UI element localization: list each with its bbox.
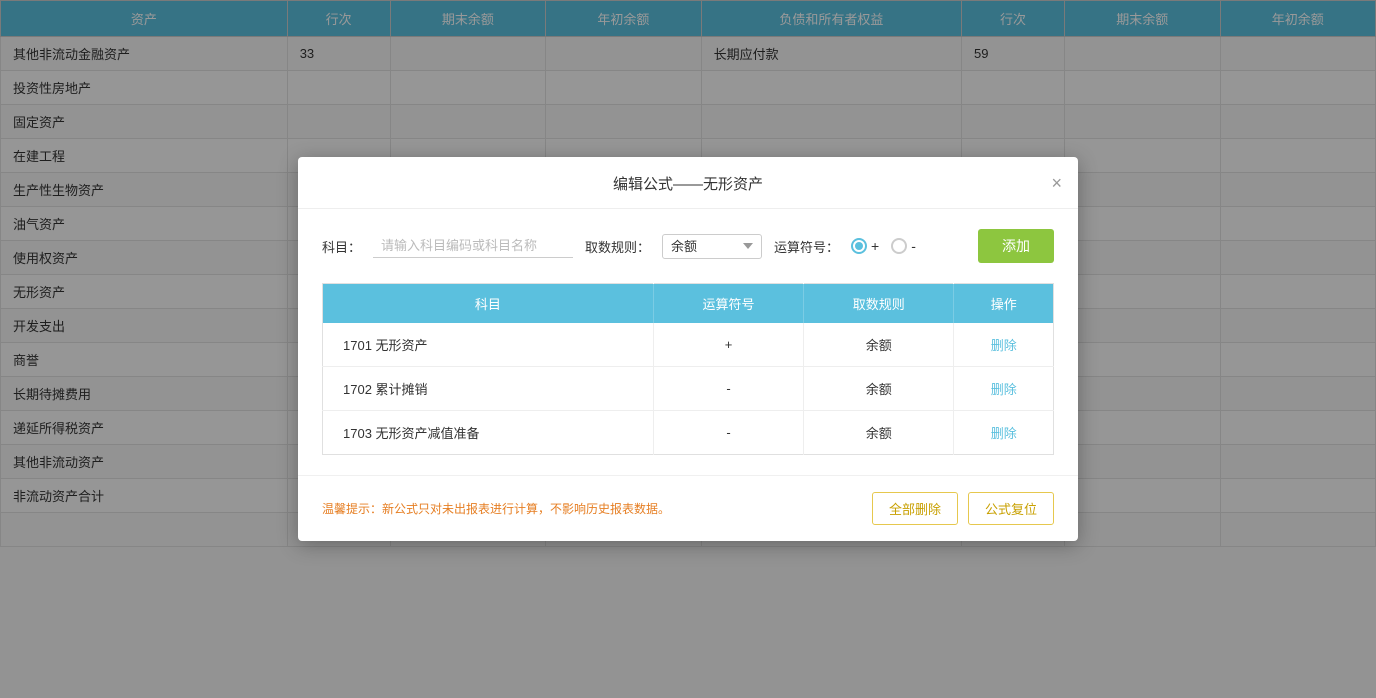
radio-plus-label: + bbox=[871, 238, 879, 254]
formula-rule: 余额 bbox=[804, 411, 954, 455]
formula-subject: 1701 无形资产 bbox=[323, 323, 654, 367]
operator-label: 运算符号： bbox=[774, 237, 839, 256]
th-operator: 运算符号 bbox=[653, 284, 803, 324]
formula-action: 删除 bbox=[954, 411, 1054, 455]
operator-radio-group: + - bbox=[851, 238, 916, 254]
modal-footer: 温馨提示：新公式只对未出报表进行计算，不影响历史报表数据。 全部删除 公式复位 bbox=[298, 475, 1078, 541]
formula-subject: 1702 累计摊销 bbox=[323, 367, 654, 411]
formula-row: 1703 无形资产减值准备 - 余额 删除 bbox=[323, 411, 1054, 455]
th-subject: 科目 bbox=[323, 284, 654, 324]
modal-body: 科目： 取数规则： 余额借方发生额贷方发生额期初余额 运算符号： + - 添加 bbox=[298, 209, 1078, 475]
formula-row: 1702 累计摊销 - 余额 删除 bbox=[323, 367, 1054, 411]
subject-input[interactable] bbox=[373, 234, 573, 258]
formula-row: 1701 无形资产 + 余额 删除 bbox=[323, 323, 1054, 367]
th-rule: 取数规则 bbox=[804, 284, 954, 324]
modal-close-button[interactable]: × bbox=[1051, 174, 1062, 192]
modal-dialog: 编辑公式——无形资产 × 科目： 取数规则： 余额借方发生额贷方发生额期初余额 … bbox=[298, 157, 1078, 541]
radio-plus-circle bbox=[851, 238, 867, 254]
delete-row-link[interactable]: 删除 bbox=[991, 426, 1017, 441]
formula-operator: + bbox=[653, 323, 803, 367]
delete-all-button[interactable]: 全部删除 bbox=[872, 492, 958, 525]
formula-operator: - bbox=[653, 411, 803, 455]
radio-minus[interactable]: - bbox=[891, 238, 916, 254]
table-header-row: 科目 运算符号 取数规则 操作 bbox=[323, 284, 1054, 324]
footer-tip: 温馨提示：新公式只对未出报表进行计算，不影响历史报表数据。 bbox=[322, 500, 670, 517]
radio-plus[interactable]: + bbox=[851, 238, 879, 254]
formula-subject: 1703 无形资产减值准备 bbox=[323, 411, 654, 455]
formula-rule: 余额 bbox=[804, 323, 954, 367]
th-action: 操作 bbox=[954, 284, 1054, 324]
rule-select[interactable]: 余额借方发生额贷方发生额期初余额 bbox=[662, 234, 762, 259]
modal-header: 编辑公式——无形资产 × bbox=[298, 157, 1078, 209]
footer-buttons: 全部删除 公式复位 bbox=[872, 492, 1054, 525]
formula-action: 删除 bbox=[954, 323, 1054, 367]
formula-table: 科目 运算符号 取数规则 操作 1701 无形资产 + 余额 删除 1702 累… bbox=[322, 283, 1054, 455]
form-row: 科目： 取数规则： 余额借方发生额贷方发生额期初余额 运算符号： + - 添加 bbox=[322, 229, 1054, 263]
modal-backdrop: 编辑公式——无形资产 × 科目： 取数规则： 余额借方发生额贷方发生额期初余额 … bbox=[0, 0, 1376, 698]
radio-minus-label: - bbox=[911, 238, 916, 254]
formula-action: 删除 bbox=[954, 367, 1054, 411]
delete-row-link[interactable]: 删除 bbox=[991, 338, 1017, 353]
add-button[interactable]: 添加 bbox=[978, 229, 1054, 263]
rule-label: 取数规则： bbox=[585, 237, 650, 256]
reset-formula-button[interactable]: 公式复位 bbox=[968, 492, 1054, 525]
delete-row-link[interactable]: 删除 bbox=[991, 382, 1017, 397]
subject-label: 科目： bbox=[322, 237, 361, 256]
radio-minus-circle bbox=[891, 238, 907, 254]
formula-rule: 余额 bbox=[804, 367, 954, 411]
modal-title: 编辑公式——无形资产 bbox=[613, 173, 763, 194]
formula-operator: - bbox=[653, 367, 803, 411]
